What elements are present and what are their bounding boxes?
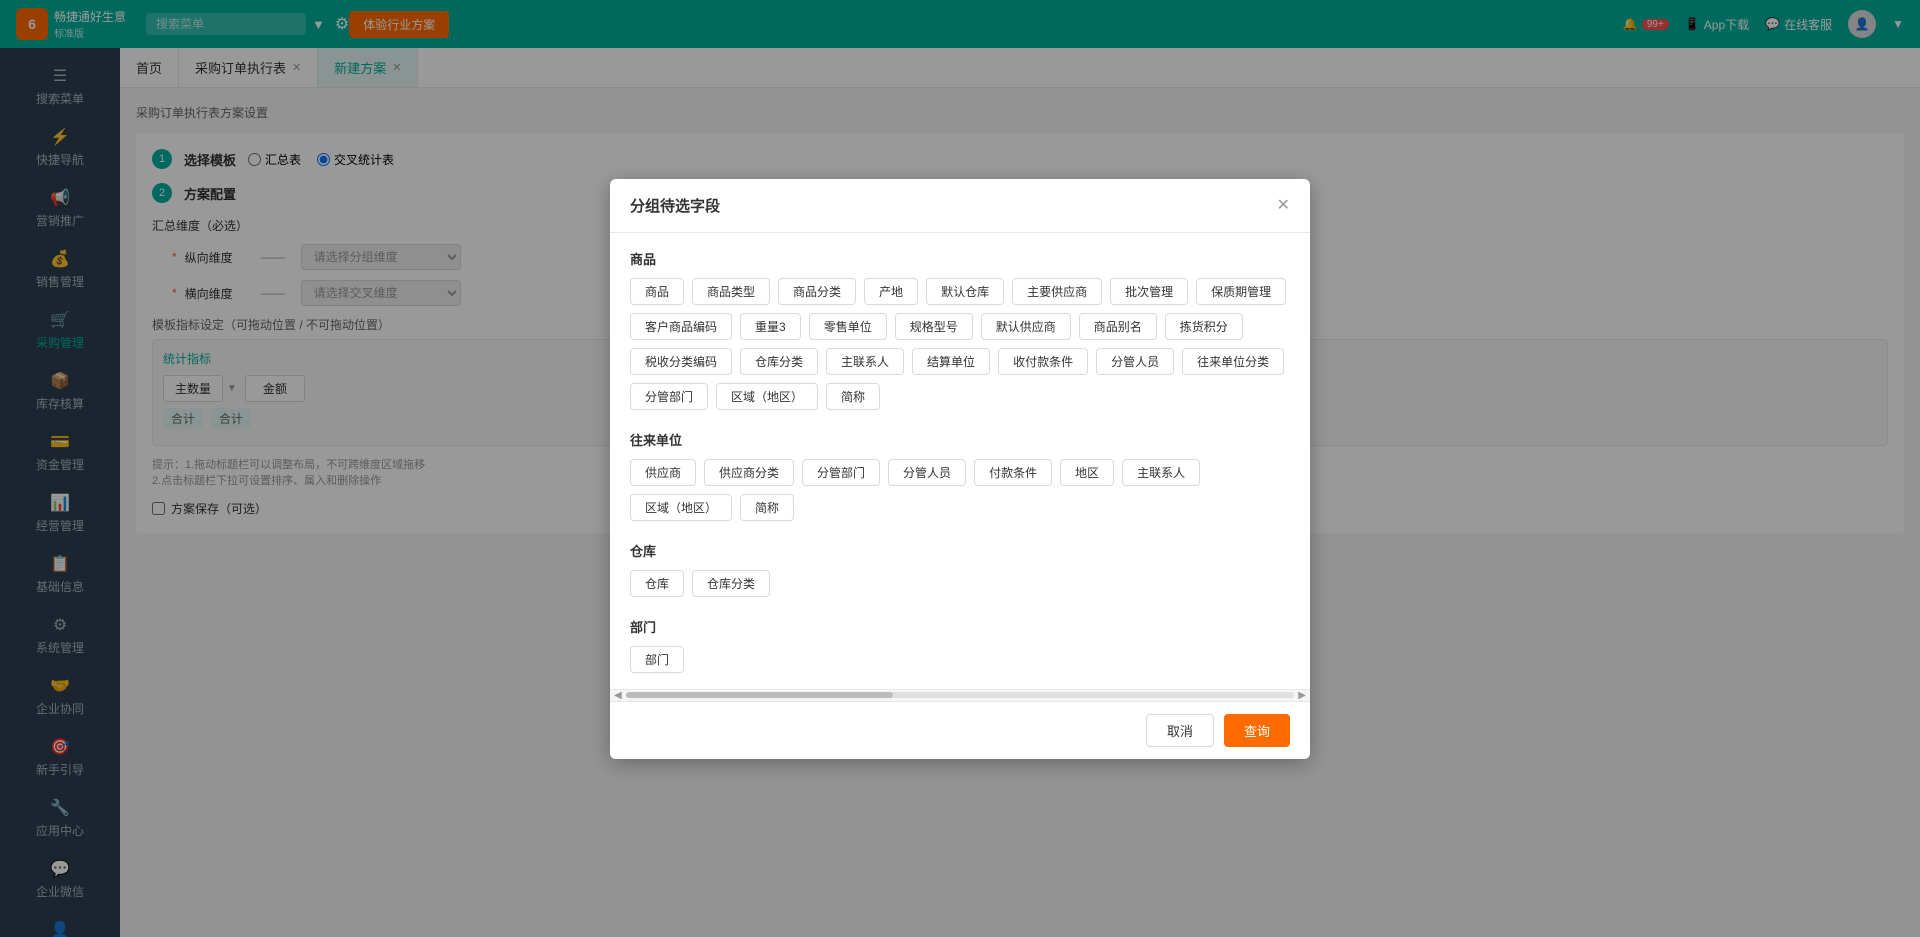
- field-tag-warehouse-0[interactable]: 仓库: [630, 570, 684, 597]
- field-group-warehouse: 仓库 仓库 仓库分类: [630, 541, 1290, 597]
- field-tag-product-21[interactable]: 往来单位分类: [1182, 348, 1284, 375]
- field-tag-product-2[interactable]: 商品分类: [778, 278, 856, 305]
- field-tag-product-5[interactable]: 主要供应商: [1012, 278, 1102, 305]
- field-tag-product-18[interactable]: 结算单位: [912, 348, 990, 375]
- field-tag-product-16[interactable]: 仓库分类: [740, 348, 818, 375]
- field-tag-partner-2[interactable]: 分管部门: [802, 459, 880, 486]
- modal-header: 分组待选字段 ✕: [610, 179, 1310, 233]
- field-tags-product: 商品 商品类型 商品分类 产地 默认仓库 主要供应商 批次管理 保质期管理 客户…: [630, 278, 1290, 410]
- field-tags-partner: 供应商 供应商分类 分管部门 分管人员 付款条件 地区 主联系人 区域（地区） …: [630, 459, 1290, 521]
- field-tag-product-23[interactable]: 区域（地区）: [716, 383, 818, 410]
- modal-body[interactable]: 商品 商品 商品类型 商品分类 产地 默认仓库 主要供应商 批次管理 保质期管理…: [610, 233, 1310, 689]
- field-tag-product-20[interactable]: 分管人员: [1096, 348, 1174, 375]
- field-tag-partner-4[interactable]: 付款条件: [974, 459, 1052, 486]
- field-tag-product-8[interactable]: 客户商品编码: [630, 313, 732, 340]
- field-tag-partner-8[interactable]: 简称: [740, 494, 794, 521]
- modal-footer: 取消 查询: [610, 701, 1310, 759]
- field-tag-product-14[interactable]: 拣货积分: [1165, 313, 1243, 340]
- field-group-dept: 部门 部门: [630, 617, 1290, 673]
- field-tag-product-24[interactable]: 简称: [826, 383, 880, 410]
- field-select-modal: 分组待选字段 ✕ 商品 商品 商品类型 商品分类 产地 默认仓库 主要供应商 批…: [610, 179, 1310, 759]
- field-tags-dept: 部门: [630, 646, 1290, 673]
- field-group-partner-title: 往来单位: [630, 430, 1290, 449]
- modal-overlay: 分组待选字段 ✕ 商品 商品 商品类型 商品分类 产地 默认仓库 主要供应商 批…: [0, 0, 1920, 937]
- field-tag-partner-3[interactable]: 分管人员: [888, 459, 966, 486]
- field-tag-product-13[interactable]: 商品别名: [1079, 313, 1157, 340]
- field-tag-product-22[interactable]: 分管部门: [630, 383, 708, 410]
- field-group-dept-title: 部门: [630, 617, 1290, 636]
- field-tag-warehouse-1[interactable]: 仓库分类: [692, 570, 770, 597]
- field-tag-product-3[interactable]: 产地: [864, 278, 918, 305]
- field-tag-partner-6[interactable]: 主联系人: [1122, 459, 1200, 486]
- field-tag-product-12[interactable]: 默认供应商: [981, 313, 1071, 340]
- field-tag-partner-1[interactable]: 供应商分类: [704, 459, 794, 486]
- confirm-button[interactable]: 查询: [1224, 714, 1290, 747]
- field-tag-partner-5[interactable]: 地区: [1060, 459, 1114, 486]
- field-tag-product-4[interactable]: 默认仓库: [926, 278, 1004, 305]
- field-tag-product-0[interactable]: 商品: [630, 278, 684, 305]
- field-tag-product-7[interactable]: 保质期管理: [1196, 278, 1286, 305]
- field-tag-product-9[interactable]: 重量3: [740, 313, 801, 340]
- modal-title: 分组待选字段: [630, 195, 720, 216]
- field-tag-product-19[interactable]: 收付款条件: [998, 348, 1088, 375]
- field-tag-product-15[interactable]: 税收分类编码: [630, 348, 732, 375]
- modal-close-btn[interactable]: ✕: [1277, 195, 1290, 215]
- hscroll-track: [626, 692, 1295, 698]
- field-tag-product-1[interactable]: 商品类型: [692, 278, 770, 305]
- hscroll-right-arrow[interactable]: ▶: [1298, 690, 1306, 701]
- cancel-button[interactable]: 取消: [1146, 714, 1214, 747]
- field-group-product-title: 商品: [630, 249, 1290, 268]
- field-tag-dept-0[interactable]: 部门: [630, 646, 684, 673]
- field-tag-product-10[interactable]: 零售单位: [809, 313, 887, 340]
- field-group-warehouse-title: 仓库: [630, 541, 1290, 560]
- field-tag-product-17[interactable]: 主联系人: [826, 348, 904, 375]
- field-tag-partner-0[interactable]: 供应商: [630, 459, 696, 486]
- field-group-partner: 往来单位 供应商 供应商分类 分管部门 分管人员 付款条件 地区 主联系人 区域…: [630, 430, 1290, 521]
- hscroll-left-arrow[interactable]: ◀: [614, 690, 622, 701]
- field-tag-partner-7[interactable]: 区域（地区）: [630, 494, 732, 521]
- field-group-product: 商品 商品 商品类型 商品分类 产地 默认仓库 主要供应商 批次管理 保质期管理…: [630, 249, 1290, 410]
- field-tag-product-11[interactable]: 规格型号: [895, 313, 973, 340]
- hscroll-thumb: [626, 692, 893, 698]
- modal-hscroll[interactable]: ◀ ▶: [610, 689, 1310, 701]
- field-tags-warehouse: 仓库 仓库分类: [630, 570, 1290, 597]
- field-tag-product-6[interactable]: 批次管理: [1110, 278, 1188, 305]
